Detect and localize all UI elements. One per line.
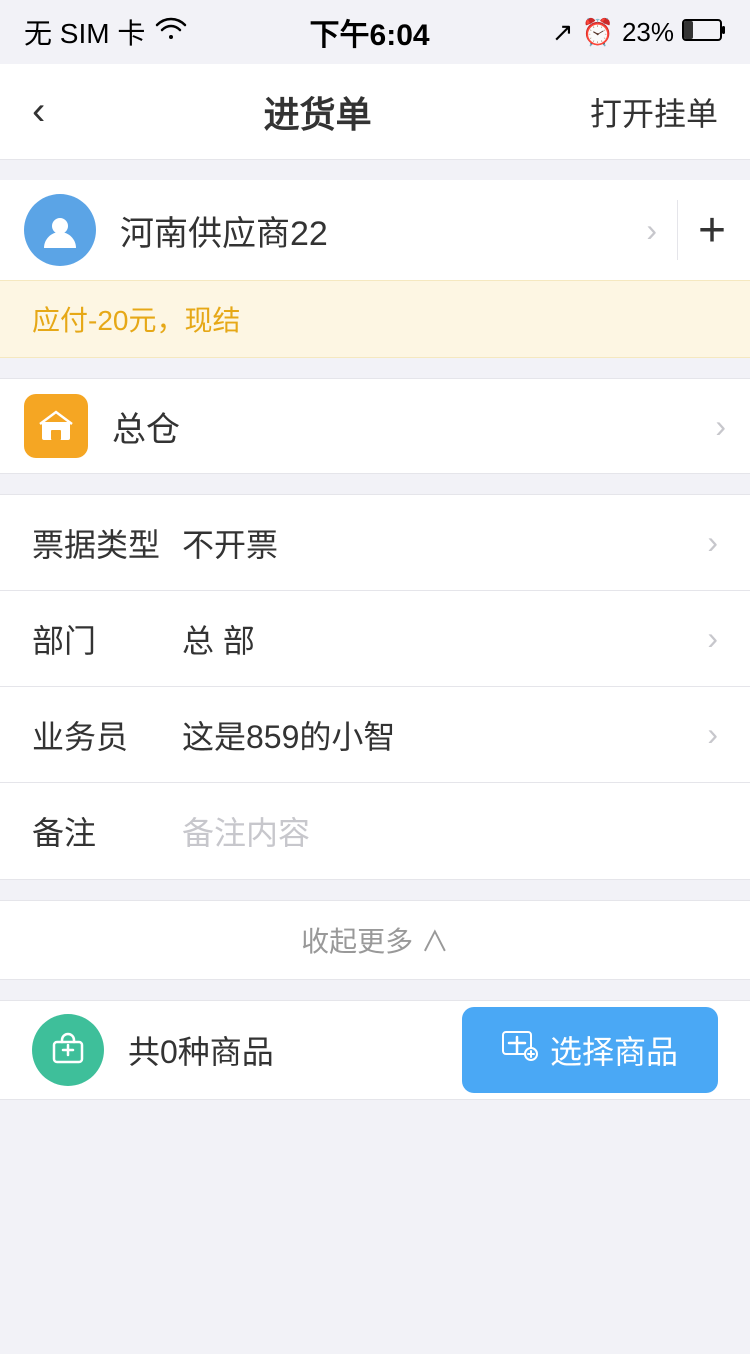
status-time: 下午6:04 xyxy=(310,10,430,54)
battery-text: 23% xyxy=(622,17,674,48)
dept-row[interactable]: 部门 总 部 › xyxy=(0,591,750,687)
dept-value: 总 部 xyxy=(182,616,699,662)
supplier-add-button[interactable]: + xyxy=(698,203,726,258)
sales-chevron-icon: › xyxy=(707,716,718,753)
warehouse-row[interactable]: 总仓 › xyxy=(0,378,750,474)
warehouse-icon xyxy=(24,394,88,458)
select-product-button[interactable]: 选择商品 xyxy=(462,1007,718,1093)
invoice-row[interactable]: 票据类型 不开票 › xyxy=(0,495,750,591)
notice-bar: 应付-20元，现结 xyxy=(0,280,750,358)
sales-value: 这是859的小智 xyxy=(182,712,699,758)
carrier-text: 无 SIM 卡 xyxy=(24,12,145,52)
warehouse-chevron-icon: › xyxy=(715,408,726,445)
main-content: 河南供应商22 › + 应付-20元，现结 总仓 › 票据类型 不开票 › xyxy=(0,180,750,1354)
dept-label: 部门 xyxy=(32,616,182,662)
remark-label: 备注 xyxy=(32,808,182,854)
dept-chevron-icon: › xyxy=(707,620,718,657)
nav-bar: ‹ 进货单 打开挂单 xyxy=(0,64,750,160)
warehouse-name: 总仓 xyxy=(112,402,707,451)
supplier-section: 河南供应商22 › + 应付-20元，现结 xyxy=(0,180,750,358)
supplier-chevron-icon: › xyxy=(646,212,657,249)
form-section: 票据类型 不开票 › 部门 总 部 › 业务员 这是859的小智 › 备注 备注… xyxy=(0,494,750,880)
invoice-chevron-icon: › xyxy=(707,524,718,561)
collapse-label[interactable]: 收起更多 ∧ xyxy=(301,920,449,960)
alarm-icon: ⏰ xyxy=(582,17,614,48)
remark-row[interactable]: 备注 备注内容 xyxy=(0,783,750,879)
open-pending-button[interactable]: 打开挂单 xyxy=(590,89,718,135)
select-product-label: 选择商品 xyxy=(550,1027,678,1073)
nav-title: 进货单 xyxy=(264,86,372,138)
bottom-bar: 共0种商品 选择商品 xyxy=(0,1000,750,1100)
sales-row[interactable]: 业务员 这是859的小智 › xyxy=(0,687,750,783)
status-right: ↗ ⏰ 23% xyxy=(552,17,726,48)
notice-text: 应付-20元，现结 xyxy=(32,305,240,336)
supplier-avatar xyxy=(24,194,96,266)
collapse-bar[interactable]: 收起更多 ∧ xyxy=(0,900,750,980)
select-product-icon xyxy=(502,1031,538,1069)
supplier-name: 河南供应商22 xyxy=(120,206,638,255)
remark-input[interactable]: 备注内容 xyxy=(182,808,718,854)
status-bar: 无 SIM 卡 下午6:04 ↗ ⏰ 23% xyxy=(0,0,750,64)
supplier-row[interactable]: 河南供应商22 › + xyxy=(0,180,750,280)
product-count-text: 共0种商品 xyxy=(128,1027,462,1073)
sales-label: 业务员 xyxy=(32,712,182,758)
invoice-value: 不开票 xyxy=(182,520,699,566)
status-left: 无 SIM 卡 xyxy=(24,12,187,52)
supplier-divider xyxy=(677,200,678,260)
invoice-label: 票据类型 xyxy=(32,520,182,566)
product-icon xyxy=(32,1014,104,1086)
wifi-icon xyxy=(155,16,187,48)
location-icon: ↗ xyxy=(552,17,574,48)
battery-icon xyxy=(682,17,726,48)
back-button[interactable]: ‹ xyxy=(32,89,45,134)
